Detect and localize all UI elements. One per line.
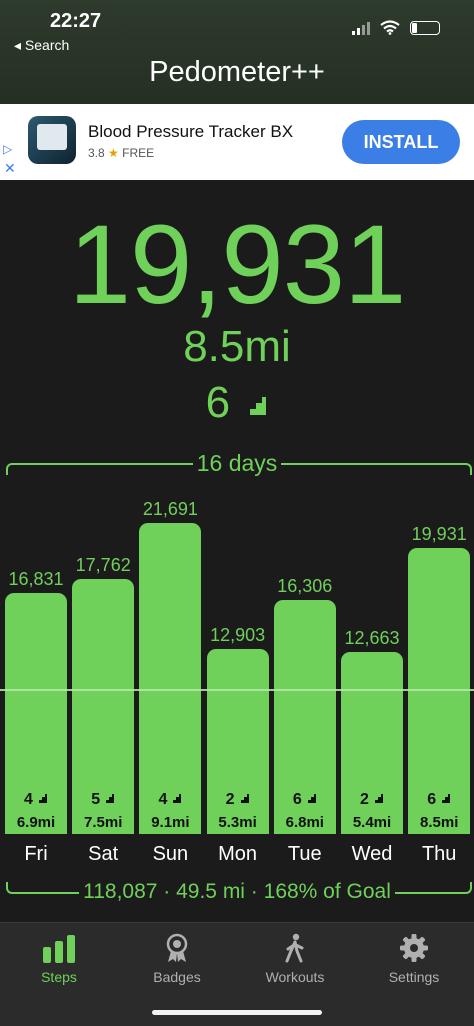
bar-value-label: 21,691: [142, 499, 198, 519]
bar-distance-label: 5.4mi: [352, 814, 392, 831]
back-to-search-link[interactable]: ◂ Search: [14, 37, 69, 54]
bar-distance-label: 8.5mi: [420, 814, 459, 831]
walking-person-icon: [285, 933, 304, 963]
bar-distance-label: 7.5mi: [84, 814, 123, 831]
ad-app-name: Blood Pressure Tracker BX: [88, 122, 294, 141]
bar-value-label: 17,762: [75, 555, 131, 576]
bar-floors-label: 2: [206, 791, 270, 809]
stairs-icon: [244, 397, 267, 415]
star-icon: ★: [108, 146, 119, 160]
wifi-icon: [380, 20, 400, 35]
day-label: Fri: [24, 843, 48, 865]
ad-banner[interactable]: Blood Pressure Tracker BX 3.8 ★ FREE INS…: [0, 104, 474, 180]
range-label: 16 days: [0, 450, 474, 477]
bar-value-label: 12,663: [344, 628, 400, 649]
ad-app-icon: [28, 116, 76, 164]
bar-distance-label: 9.1mi: [151, 814, 190, 831]
day-label: Sun: [152, 843, 189, 865]
status-icons: [352, 20, 440, 35]
tab-badges[interactable]: Badges: [127, 933, 227, 985]
bar-distance-label: 6.9mi: [16, 814, 56, 831]
tab-workouts[interactable]: Workouts: [245, 933, 345, 985]
summary-label: 118,087 · 49.5 mi · 168% of Goal: [0, 880, 474, 904]
day-label: Wed: [351, 843, 393, 865]
range-label-text: 16 days: [192, 450, 282, 476]
bar-floors-label: 5: [71, 791, 135, 809]
day-label: Sat: [88, 843, 119, 865]
battery-icon: [410, 21, 440, 35]
ad-rating: 3.8 ★ FREE: [88, 146, 154, 160]
bar-value-label: 16,306: [277, 576, 333, 597]
medal-icon: [166, 933, 188, 962]
tab-settings[interactable]: Settings: [364, 933, 464, 985]
goal-line: [0, 689, 474, 691]
gear-icon: [400, 934, 428, 962]
bar-value-label: 19,931: [411, 524, 467, 545]
bar-floors-label: 6: [407, 791, 471, 809]
bar-value-label: 16,831: [8, 568, 64, 589]
bar-floors-label: 4: [4, 791, 68, 809]
tab-steps[interactable]: Steps: [9, 933, 109, 985]
today-floors: 6: [0, 378, 474, 428]
bar-floors-label: 2: [340, 791, 404, 809]
cellular-signal-icon: [352, 22, 370, 35]
bar-chart-icon: [43, 935, 75, 963]
navigation-header: 22:27 ◂ Search Pedometer++: [0, 0, 474, 104]
day-label: Mon: [218, 843, 258, 865]
app-title: Pedometer++: [149, 56, 325, 88]
today-distance: 8.5mi: [183, 322, 291, 371]
bar-distance-label: 6.8mi: [285, 814, 324, 831]
status-time: 22:27: [50, 10, 102, 32]
bar-value-label: 12,903: [210, 625, 266, 645]
ad-price: FREE: [122, 146, 155, 160]
day-label: Tue: [287, 843, 322, 865]
install-button[interactable]: INSTALL: [342, 120, 460, 164]
bar-sun[interactable]: [139, 523, 202, 834]
bar-floors-label: 4: [138, 791, 202, 809]
tab-steps-label: Steps: [41, 969, 77, 985]
ad-close-icon[interactable]: ✕: [4, 160, 16, 177]
bar-floors-label: 6: [273, 791, 337, 809]
ad-choices-icon[interactable]: ▷: [3, 142, 12, 156]
summary-text: 118,087 · 49.5 mi · 168% of Goal: [79, 880, 395, 903]
today-floors-value: 6: [205, 378, 231, 427]
home-indicator: [152, 1010, 322, 1015]
tab-settings-label: Settings: [388, 969, 440, 985]
today-steps: 19,931: [68, 202, 407, 327]
ad-rating-value: 3.8: [88, 146, 105, 160]
day-label: Thu: [421, 843, 457, 865]
tab-workouts-label: Workouts: [265, 969, 325, 985]
bar-distance-label: 5.3mi: [218, 814, 257, 831]
tab-badges-label: Badges: [153, 969, 201, 985]
